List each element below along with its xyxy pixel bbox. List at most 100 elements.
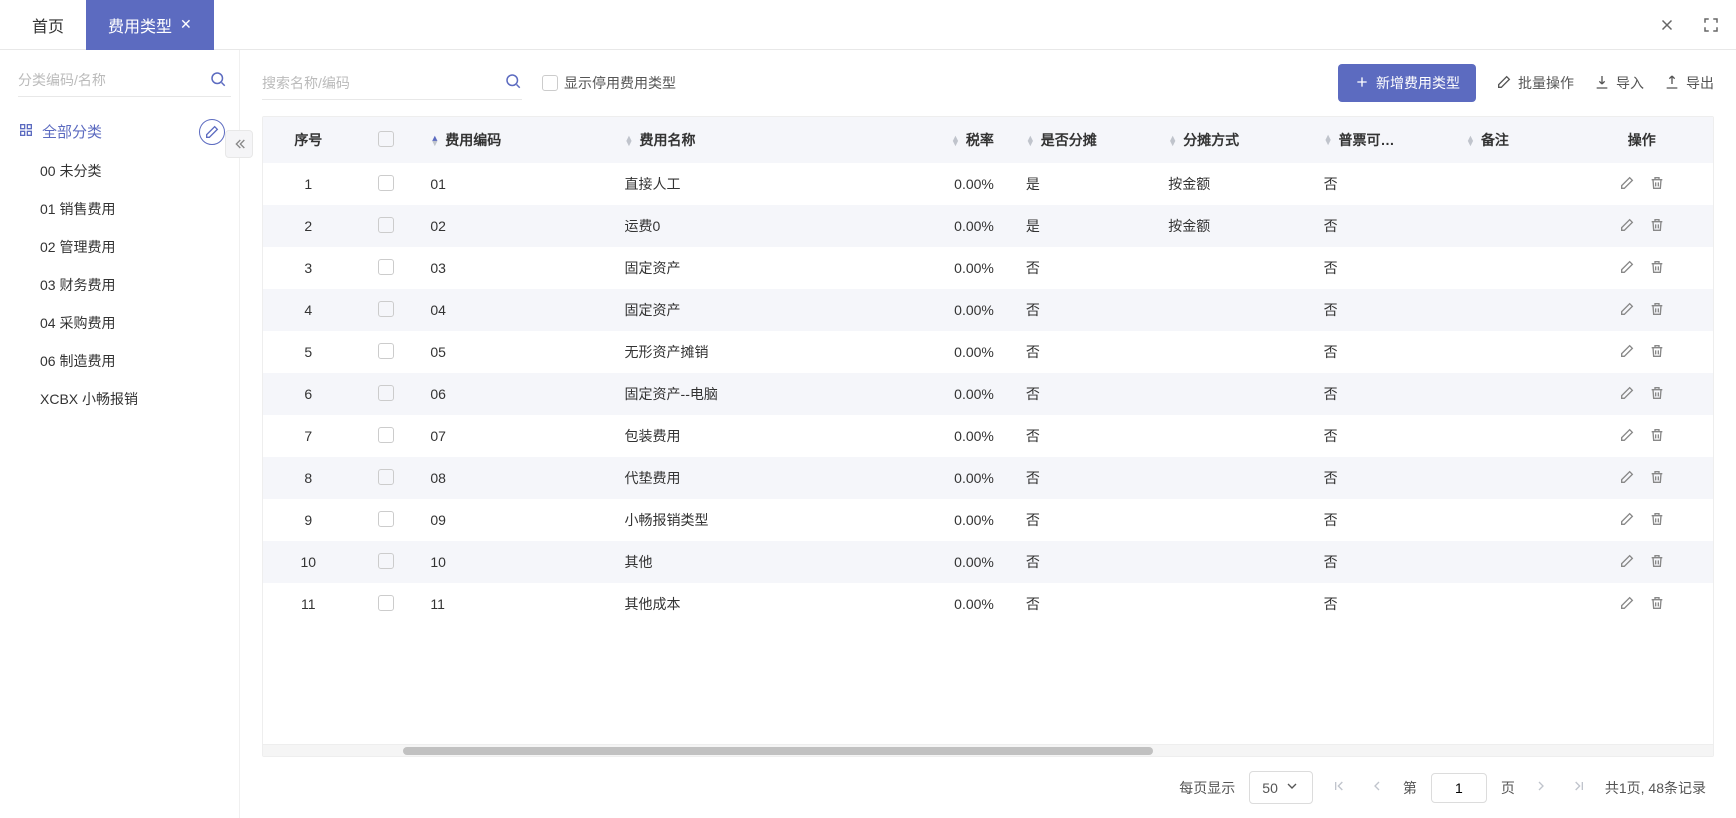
cell-checkbox[interactable] [354,247,419,289]
export-button[interactable]: 导出 [1664,73,1714,93]
sidebar-item[interactable]: XCBX 小畅报销 [36,380,231,418]
th-method[interactable]: ▲▼分摊方式 [1156,117,1311,163]
table-scroll[interactable]: 序号 ▲▼费用编码 ▲▼费用名称 ▲▼税率 ▲▼是否分摊 ▲▼分摊方式 ▲▼普票… [263,117,1713,756]
table-row[interactable]: 909小畅报销类型0.00%否否 [263,499,1713,541]
table-row[interactable]: 505无形资产摊销0.00%否否 [263,331,1713,373]
checkbox-icon[interactable] [378,131,394,147]
cell-checkbox[interactable] [354,499,419,541]
edit-row-button[interactable] [1619,175,1635,194]
edit-row-button[interactable] [1619,553,1635,572]
sidebar-item[interactable]: 01 销售费用 [36,190,231,228]
table-row[interactable]: 808代垫费用0.00%否否 [263,457,1713,499]
th-name[interactable]: ▲▼费用名称 [613,117,872,163]
checkbox-icon[interactable] [378,217,394,233]
cell-checkbox[interactable] [354,205,419,247]
cell-checkbox[interactable] [354,331,419,373]
cell-ops [1571,247,1713,289]
sidebar-item[interactable]: 04 采购费用 [36,304,231,342]
cell-checkbox[interactable] [354,373,419,415]
close-panel-icon[interactable] [1652,10,1682,40]
sidebar-item[interactable]: 03 财务费用 [36,266,231,304]
import-button[interactable]: 导入 [1594,73,1644,93]
cell-index: 4 [263,289,354,331]
per-page-select[interactable]: 50 [1249,771,1313,804]
delete-row-button[interactable] [1649,553,1665,572]
th-rate[interactable]: ▲▼税率 [871,117,1013,163]
sidebar-item[interactable]: 00 未分类 [36,152,231,190]
delete-row-button[interactable] [1649,259,1665,278]
pager-prev-button[interactable] [1365,774,1389,801]
edit-row-button[interactable] [1619,511,1635,530]
edit-category-button[interactable] [199,119,225,145]
tab-cost-type[interactable]: 费用类型 ✕ [86,0,214,50]
sidebar-search-input[interactable] [18,64,209,96]
cell-checkbox[interactable] [354,583,419,625]
pager-last-button[interactable] [1567,774,1591,801]
table-row[interactable]: 1010其他0.00%否否 [263,541,1713,583]
delete-row-button[interactable] [1649,427,1665,446]
checkbox-icon[interactable] [378,301,394,317]
show-disabled-checkbox[interactable]: 显示停用费用类型 [542,73,676,93]
table-row[interactable]: 606固定资产--电脑0.00%否否 [263,373,1713,415]
th-index[interactable]: 序号 [263,117,354,163]
search-icon[interactable] [504,72,522,93]
cell-checkbox[interactable] [354,457,419,499]
edit-row-button[interactable] [1619,427,1635,446]
th-code[interactable]: ▲▼费用编码 [418,117,612,163]
search-icon[interactable] [209,70,227,91]
table-row[interactable]: 303固定资产0.00%否否 [263,247,1713,289]
edit-row-button[interactable] [1619,217,1635,236]
page-input[interactable] [1431,773,1487,803]
checkbox-icon[interactable] [378,175,394,191]
edit-row-button[interactable] [1619,301,1635,320]
collapse-sidebar-button[interactable] [225,130,253,158]
sidebar-item[interactable]: 02 管理费用 [36,228,231,266]
delete-row-button[interactable] [1649,511,1665,530]
checkbox-icon[interactable] [378,343,394,359]
add-cost-type-button[interactable]: 新增费用类型 [1338,64,1476,102]
table-search-input[interactable] [262,67,504,99]
checkbox-icon[interactable] [378,427,394,443]
edit-row-button[interactable] [1619,385,1635,404]
checkbox-icon[interactable] [378,385,394,401]
delete-row-button[interactable] [1649,385,1665,404]
checkbox-icon[interactable] [378,511,394,527]
delete-row-button[interactable] [1649,595,1665,614]
th-checkbox[interactable] [354,117,419,163]
delete-row-button[interactable] [1649,469,1665,488]
checkbox-icon[interactable] [378,469,394,485]
sidebar-item[interactable]: 06 制造费用 [36,342,231,380]
batch-ops-button[interactable]: 批量操作 [1496,73,1574,93]
pager-first-button[interactable] [1327,774,1351,801]
table-row[interactable]: 202运费00.00%是按金额否 [263,205,1713,247]
category-root[interactable]: 全部分类 [18,113,231,150]
th-share[interactable]: ▲▼是否分摊 [1014,117,1156,163]
table-row[interactable]: 404固定资产0.00%否否 [263,289,1713,331]
edit-row-button[interactable] [1619,259,1635,278]
table-row[interactable]: 707包装费用0.00%否否 [263,415,1713,457]
tab-home[interactable]: 首页 [10,0,86,50]
table-row[interactable]: 101直接人工0.00%是按金额否 [263,163,1713,205]
table-row[interactable]: 1111其他成本0.00%否否 [263,583,1713,625]
edit-row-button[interactable] [1619,469,1635,488]
cell-checkbox[interactable] [354,541,419,583]
delete-row-button[interactable] [1649,217,1665,236]
horizontal-scrollbar[interactable] [263,744,1713,756]
cell-checkbox[interactable] [354,415,419,457]
close-icon[interactable]: ✕ [180,16,192,33]
checkbox-icon[interactable] [378,259,394,275]
scrollbar-thumb[interactable] [403,747,1153,755]
edit-row-button[interactable] [1619,595,1635,614]
pager-next-button[interactable] [1529,774,1553,801]
th-invoice[interactable]: ▲▼普票可… [1312,117,1454,163]
delete-row-button[interactable] [1649,301,1665,320]
cell-checkbox[interactable] [354,163,419,205]
fullscreen-icon[interactable] [1696,10,1726,40]
checkbox-icon[interactable] [378,553,394,569]
delete-row-button[interactable] [1649,343,1665,362]
edit-row-button[interactable] [1619,343,1635,362]
delete-row-button[interactable] [1649,175,1665,194]
cell-checkbox[interactable] [354,289,419,331]
th-note[interactable]: ▲▼备注 [1454,117,1571,163]
checkbox-icon[interactable] [378,595,394,611]
